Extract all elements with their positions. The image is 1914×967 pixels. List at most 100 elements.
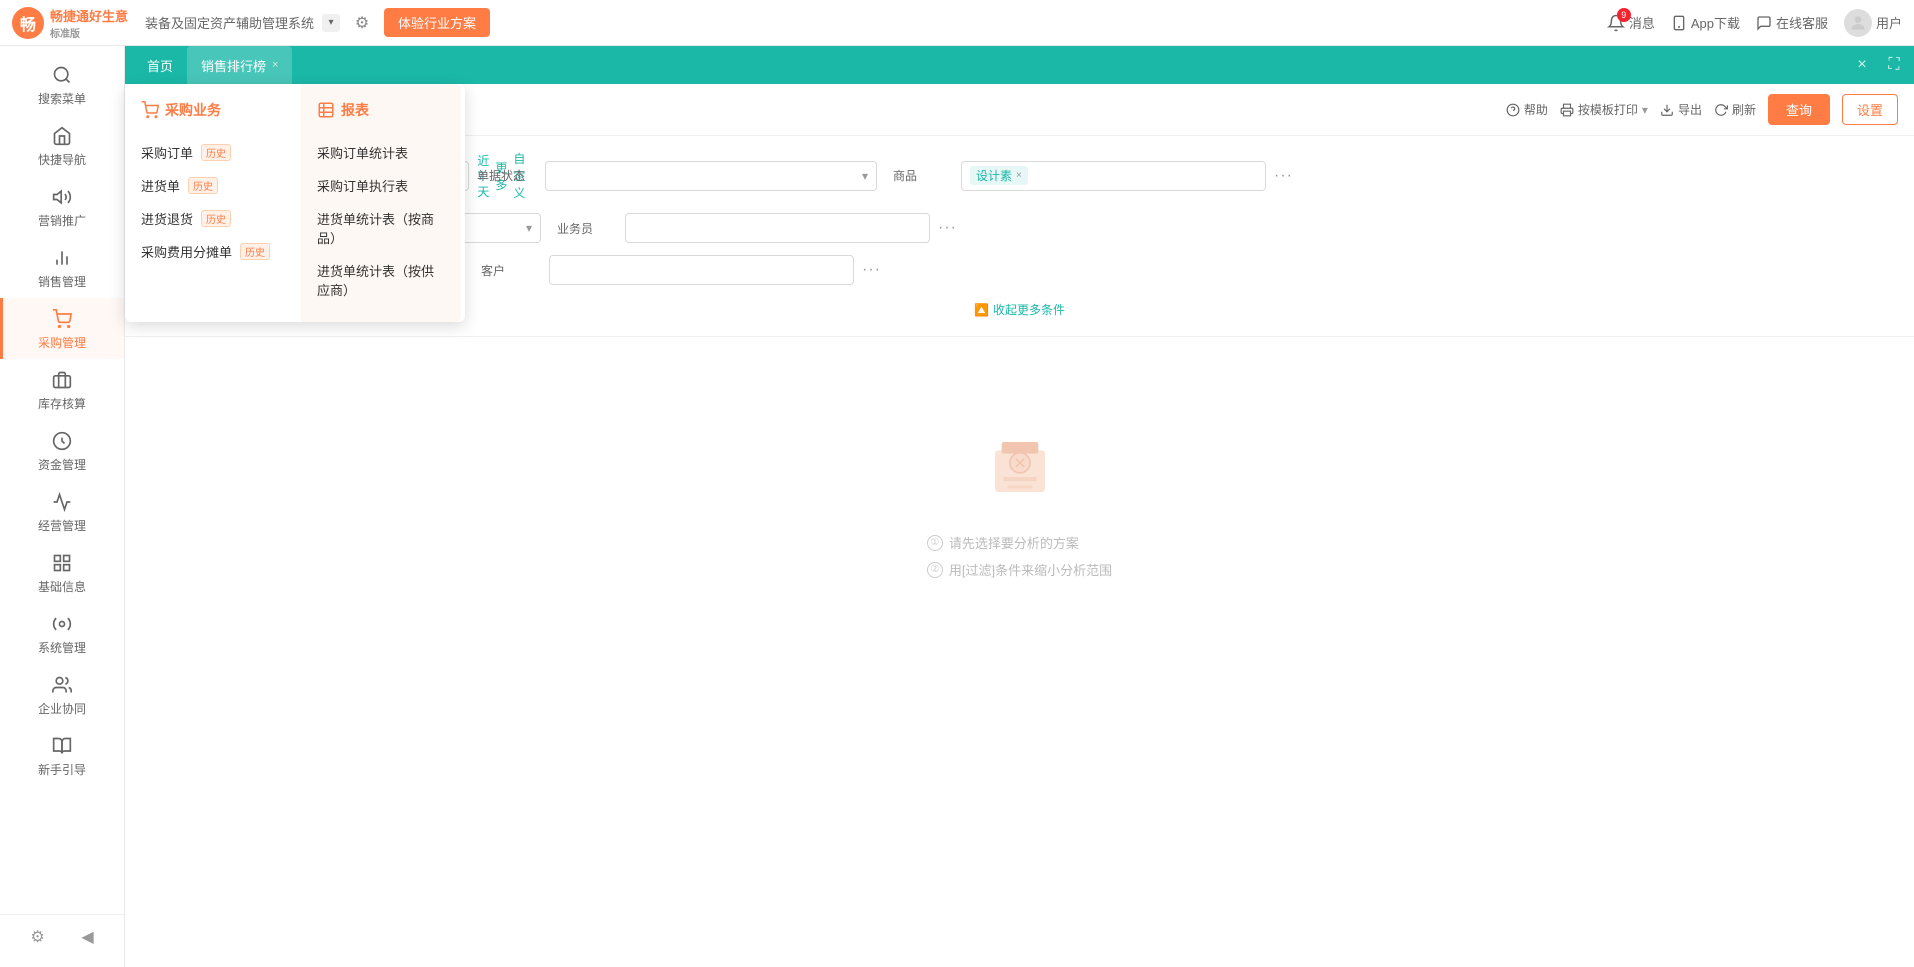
query-btn[interactable]: 查询	[1768, 94, 1830, 125]
sidebar-item-basic[interactable]: 基础信息	[0, 542, 124, 603]
empty-state-icon	[970, 417, 1070, 517]
sidebar-search-label: 搜索菜单	[38, 90, 86, 107]
dropdown-item-inbound-return[interactable]: 进货退货 历史	[141, 202, 285, 235]
bill-status-select[interactable]: ▾	[545, 161, 877, 191]
tab-home[interactable]: 首页	[133, 46, 187, 84]
tab-close-btn[interactable]: ×	[272, 59, 278, 71]
sidebar-basic-label: 基础信息	[38, 578, 86, 595]
refresh-btn[interactable]: 刷新	[1714, 101, 1756, 118]
sidebar-item-nav[interactable]: 快捷导航	[0, 115, 124, 176]
sidebar-item-finance[interactable]: 资金管理	[0, 420, 124, 481]
sidebar-item-guide[interactable]: 新手引导	[0, 725, 124, 786]
sidebar-item-sales[interactable]: 销售管理	[0, 237, 124, 298]
tip-num-1: ①	[927, 535, 943, 551]
sidebar-collapse-btn[interactable]: ◀	[81, 927, 93, 947]
tab-window-close-btn[interactable]: ×	[1850, 53, 1874, 77]
inbound-return-history-badge: 历史	[201, 210, 231, 227]
system-gear-btn[interactable]: ⚙	[348, 9, 376, 37]
tab-bar-right: × ⛶	[1850, 53, 1906, 77]
online-service-item[interactable]: 在线客服	[1756, 13, 1828, 32]
dropdown-col-report: 报表 采购订单统计表 采购订单执行表 进货单统计表（按商品） 进货单统计表（按供…	[301, 84, 461, 322]
purchase-expense-history-badge: 历史	[240, 243, 270, 260]
collapse-label: 收起更多条件	[993, 301, 1065, 318]
empty-tip-2: ② 用[过滤]条件来缩小分析范围	[927, 560, 1112, 579]
sidebar-item-purchase[interactable]: 采购管理	[0, 298, 124, 359]
sidebar-item-inventory[interactable]: 库存核算	[0, 359, 124, 420]
logo-main: 畅捷通好生意	[50, 6, 128, 25]
sidebar-operation-label: 经营管理	[38, 517, 86, 534]
bill-status-caret: ▾	[862, 169, 868, 183]
print-btn[interactable]: 按模板打印 ▾	[1560, 101, 1648, 118]
collab-icon	[51, 674, 73, 696]
settings-btn[interactable]: 设置	[1842, 94, 1898, 125]
sidebar-collab-label: 企业协同	[38, 700, 86, 717]
goods-tag-text: 设计素	[976, 167, 1012, 184]
help-btn[interactable]: 帮助	[1506, 101, 1548, 118]
dropdown-item-inbound[interactable]: 进货单 历史	[141, 169, 285, 202]
operation-icon	[51, 491, 73, 513]
inbound-return-label: 进货退货	[141, 209, 193, 228]
salesman-select[interactable]	[625, 213, 930, 243]
tab-sales-ranking[interactable]: 销售排行榜 ×	[187, 46, 292, 84]
purchase-order-label: 采购订单	[141, 143, 193, 162]
sidebar-settings-btn[interactable]: ⚙	[30, 927, 44, 947]
search-icon	[51, 64, 73, 86]
sidebar-item-search[interactable]: 搜索菜单	[0, 54, 124, 115]
customer-select[interactable]	[549, 255, 854, 285]
purchase-order-history-badge: 历史	[201, 144, 231, 161]
system-dropdown-btn[interactable]: ▾	[322, 14, 340, 32]
online-service-label: 在线客服	[1776, 13, 1828, 32]
sidebar-sales-label: 销售管理	[38, 273, 86, 290]
inbound-history-badge: 历史	[188, 177, 218, 194]
notification-item[interactable]: 9 消息	[1607, 13, 1655, 32]
dropdown-item-inbound-stat-supplier[interactable]: 进货单统计表（按供应商）	[317, 254, 445, 306]
tab-expand-btn[interactable]: ⛶	[1882, 53, 1906, 77]
finance-icon	[51, 430, 73, 452]
customer-label: 客户	[481, 262, 541, 279]
logo-icon: 畅	[12, 7, 44, 39]
goods-tag-close[interactable]: ×	[1016, 170, 1022, 181]
sidebar-item-system[interactable]: 系统管理	[0, 603, 124, 664]
home-icon	[51, 125, 73, 147]
export-label: 导出	[1678, 101, 1702, 118]
goods-label: 商品	[893, 167, 953, 184]
dropdown-item-purchase-order[interactable]: 采购订单 历史	[141, 136, 285, 169]
dropdown-item-po-stat[interactable]: 采购订单统计表	[317, 136, 445, 169]
customer-dots-btn[interactable]: ···	[862, 261, 881, 279]
export-btn[interactable]: 导出	[1660, 101, 1702, 118]
logo-sub: 标准版	[50, 25, 128, 40]
salesman-dots-btn[interactable]: ···	[938, 219, 957, 237]
sidebar-system-label: 系统管理	[38, 639, 86, 656]
dropdown-item-inbound-stat-goods[interactable]: 进货单统计表（按商品）	[317, 202, 445, 254]
sidebar-item-operation[interactable]: 经营管理	[0, 481, 124, 542]
notification-label: 消息	[1629, 13, 1655, 32]
dropdown-col2-title: 报表	[317, 100, 445, 124]
bill-status-label: 单据状态	[477, 167, 537, 184]
app-download-item[interactable]: App下载	[1671, 13, 1740, 32]
dropdown-item-po-exec[interactable]: 采购订单执行表	[317, 169, 445, 202]
user-avatar	[1844, 9, 1872, 37]
goods-tag: 设计素 ×	[970, 166, 1028, 185]
notification-badge: 9	[1617, 8, 1631, 22]
purchase-icon	[51, 308, 73, 330]
industry-btn[interactable]: 体验行业方案	[384, 8, 490, 37]
user-item[interactable]: 用户	[1844, 9, 1902, 37]
sidebar-purchase-label: 采购管理	[38, 334, 86, 351]
top-header: 畅 畅捷通好生意 标准版 装备及固定资产辅助管理系统 ▾ ⚙ 体验行业方案 9 …	[0, 0, 1914, 46]
sales-icon	[51, 247, 73, 269]
collapse-icon: 🔼	[974, 303, 989, 317]
dropdown-item-purchase-expense[interactable]: 采购费用分摊单 历史	[141, 235, 285, 268]
goods-dots-btn[interactable]: ···	[1274, 167, 1293, 185]
inbound-stat-supplier-label: 进货单统计表（按供应商）	[317, 261, 445, 299]
inventory-icon	[51, 369, 73, 391]
print-dropdown-icon[interactable]: ▾	[1642, 103, 1648, 117]
system-icon	[51, 613, 73, 635]
sidebar-item-marketing[interactable]: 营销推广	[0, 176, 124, 237]
user-label: 用户	[1876, 13, 1902, 32]
sidebar-item-collab[interactable]: 企业协同	[0, 664, 124, 725]
tab-sales-ranking-label: 销售排行榜	[201, 56, 266, 75]
system-title-text: 装备及固定资产辅助管理系统	[145, 13, 314, 32]
logo-area: 畅 畅捷通好生意 标准版	[12, 6, 137, 40]
po-exec-label: 采购订单执行表	[317, 176, 408, 195]
system-title: 装备及固定资产辅助管理系统 ▾ ⚙ 体验行业方案	[145, 8, 1607, 37]
